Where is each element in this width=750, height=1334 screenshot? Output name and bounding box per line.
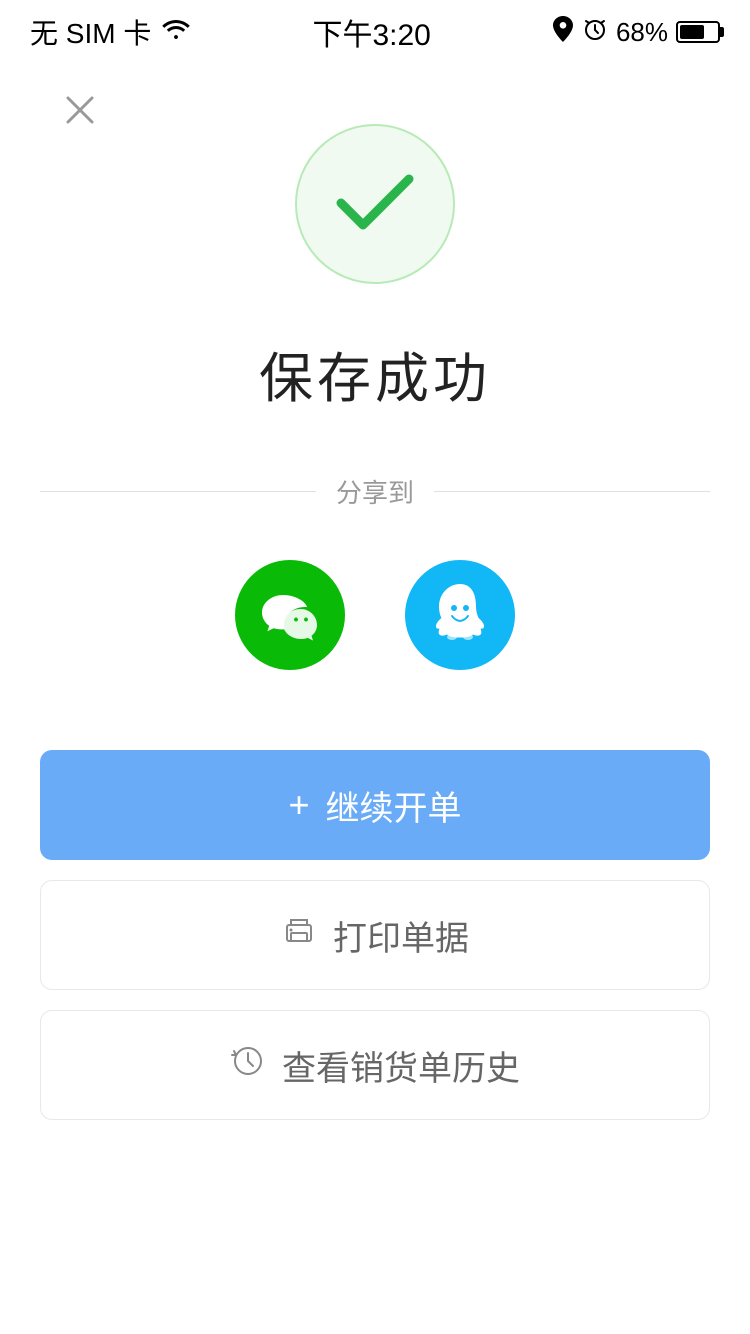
continue-plus-icon: +	[288, 784, 309, 826]
main-content: 保存成功 分享到	[0, 64, 750, 1120]
status-bar: 无 SIM 卡 下午3:20 68%	[0, 0, 750, 64]
print-button[interactable]: 打印单据	[40, 880, 710, 990]
action-buttons: + 继续开单 打印单据	[40, 750, 710, 1120]
history-label: 查看销货单历史	[282, 1041, 520, 1090]
share-icons-container	[235, 560, 515, 670]
alarm-icon	[582, 16, 608, 49]
qq-icon	[430, 580, 490, 650]
history-icon	[230, 1043, 266, 1088]
status-time: 下午3:20	[312, 10, 430, 54]
status-left: 无 SIM 卡	[30, 12, 191, 52]
battery-icon	[676, 21, 720, 43]
history-button[interactable]: 查看销货单历史	[40, 1010, 710, 1120]
no-sim-text: 无 SIM 卡	[30, 12, 151, 52]
wifi-icon	[161, 16, 191, 48]
location-icon	[552, 16, 574, 49]
success-title: 保存成功	[259, 334, 491, 413]
close-button[interactable]	[50, 80, 110, 140]
share-label: 分享到	[336, 473, 414, 510]
battery-percent: 68%	[616, 17, 668, 48]
status-right: 68%	[552, 16, 720, 49]
checkmark-icon	[335, 173, 415, 235]
success-icon-container	[295, 124, 455, 284]
print-label: 打印单据	[333, 911, 469, 960]
print-icon	[281, 913, 317, 958]
continue-button[interactable]: + 继续开单	[40, 750, 710, 860]
continue-label: 继续开单	[326, 781, 462, 830]
divider-right	[434, 491, 710, 492]
share-qq-button[interactable]	[405, 560, 515, 670]
wechat-icon	[257, 587, 323, 643]
divider-left	[40, 491, 316, 492]
share-wechat-button[interactable]	[235, 560, 345, 670]
share-divider: 分享到	[40, 473, 710, 510]
